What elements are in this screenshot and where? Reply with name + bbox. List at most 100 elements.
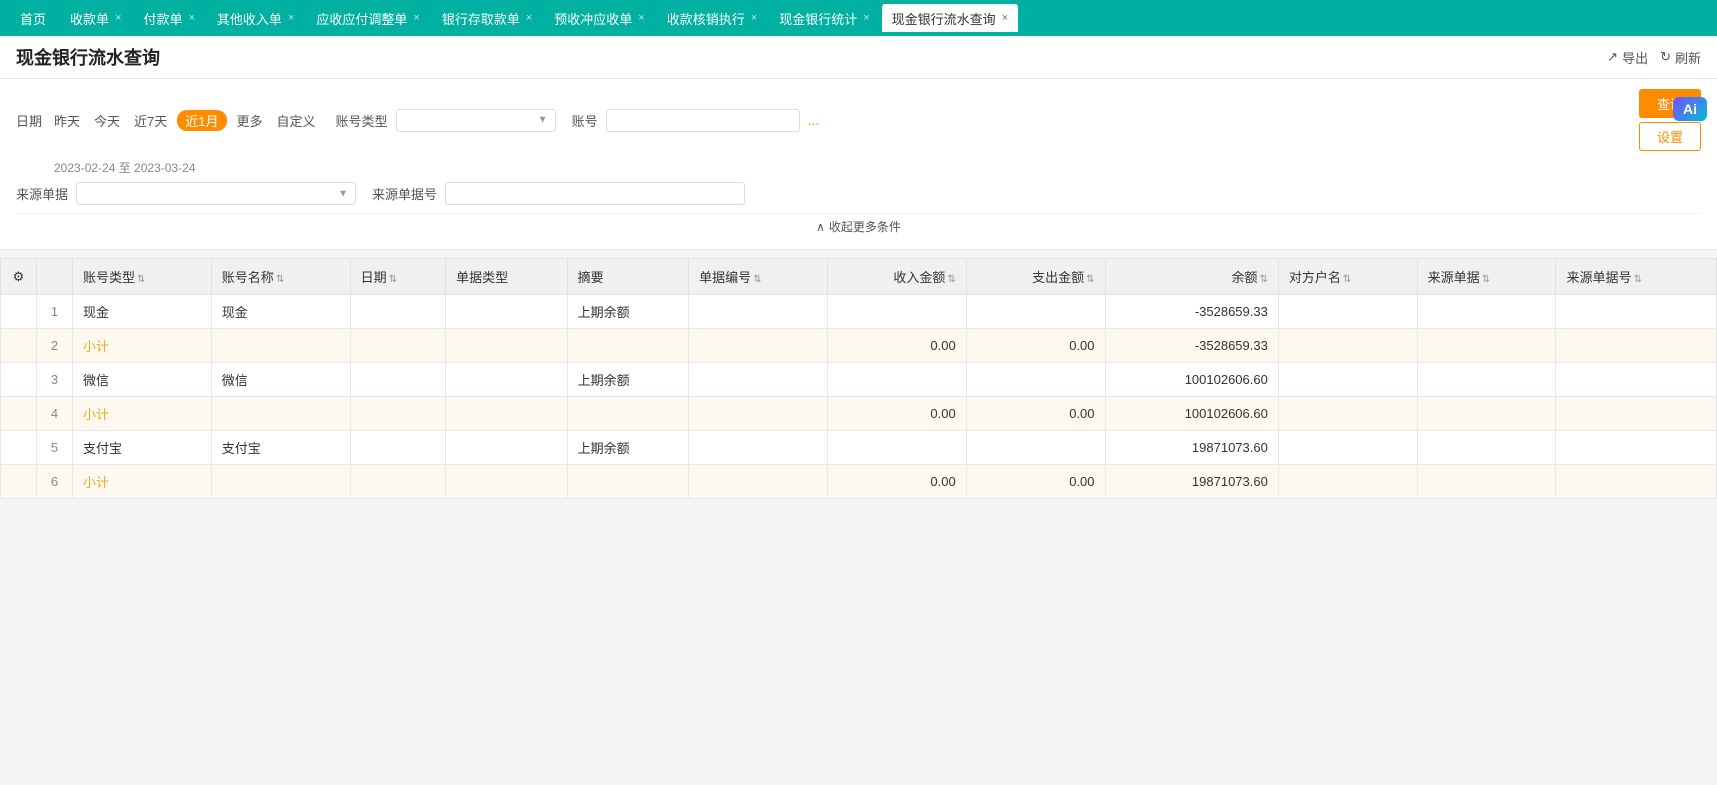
cell-account-name: [211, 397, 350, 431]
ai-badge[interactable]: Ai: [1673, 97, 1707, 121]
source-doc-select-wrapper: [76, 182, 356, 205]
tab-付款单[interactable]: 付款单 ×: [133, 4, 204, 32]
column-account-name[interactable]: 账号名称⇅: [211, 259, 350, 295]
cell-expense: [966, 363, 1105, 397]
cell-num: 3: [37, 363, 73, 397]
account-type-label: 账号类型: [336, 111, 388, 130]
account-label: 账号: [572, 111, 598, 130]
cell-source-doc-no: [1556, 329, 1717, 363]
tab-应收应付调整单[interactable]: 应收应付调整单 ×: [306, 4, 429, 32]
cell-doc-type: [446, 465, 568, 499]
table-row: 1现金现金上期余额-3528659.33: [1, 295, 1717, 329]
sort-icon-income: ⇅: [947, 274, 955, 285]
close-tab-预收冲应收单[interactable]: ×: [638, 12, 644, 24]
refresh-button[interactable]: ↻ 刷新: [1660, 48, 1701, 67]
table-body: 1现金现金上期余额-3528659.332小计0.000.00-3528659.…: [1, 295, 1717, 499]
source-doc-select[interactable]: [76, 182, 356, 205]
cell-num: 1: [37, 295, 73, 329]
cell-date: [350, 431, 446, 465]
cell-settings: [1, 329, 37, 363]
source-doc-filter-group: 来源单据: [16, 182, 356, 205]
column-account-type[interactable]: 账号类型⇅: [73, 259, 212, 295]
close-tab-收款核销执行[interactable]: ×: [751, 12, 757, 24]
tab-预收冲应收单[interactable]: 预收冲应收单 ×: [544, 4, 654, 32]
table-row: 5支付宝支付宝上期余额19871073.60: [1, 431, 1717, 465]
cell-source-doc-no: [1556, 363, 1717, 397]
close-tab-现金银行统计[interactable]: ×: [863, 12, 869, 24]
close-tab-收款单[interactable]: ×: [115, 12, 121, 24]
account-dots-button[interactable]: ...: [808, 112, 820, 128]
column-date[interactable]: 日期⇅: [350, 259, 446, 295]
cell-source-doc-no: [1556, 397, 1717, 431]
column-doc-no[interactable]: 单据编号⇅: [689, 259, 828, 295]
cell-doc-no: [689, 465, 828, 499]
account-type-select[interactable]: [396, 109, 556, 132]
cell-doc-no: [689, 363, 828, 397]
cell-date: [350, 465, 446, 499]
date-filter-group: 日期 昨天 今天 近7天 近1月 更多 自定义: [16, 110, 320, 131]
filter-bar: 日期 昨天 今天 近7天 近1月 更多 自定义 账号类型 账号 ...: [0, 79, 1717, 250]
gear-icon[interactable]: ⚙: [13, 269, 25, 284]
tab-现金银行流水查询[interactable]: 现金银行流水查询 ×: [882, 4, 1018, 32]
cell-income: [827, 431, 966, 465]
page-title: 现金银行流水查询: [16, 44, 160, 70]
date-opt-custom[interactable]: 自定义: [273, 110, 320, 131]
cell-counterparty: [1278, 329, 1417, 363]
column-source-doc-no[interactable]: 来源单据号⇅: [1556, 259, 1717, 295]
cell-doc-type: [446, 295, 568, 329]
close-tab-现金银行流水查询[interactable]: ×: [1002, 12, 1008, 24]
date-opt-1month[interactable]: 近1月: [177, 110, 226, 131]
column-source-doc[interactable]: 来源单据⇅: [1417, 259, 1556, 295]
table-row: 6小计0.000.0019871073.60: [1, 465, 1717, 499]
cell-counterparty: [1278, 363, 1417, 397]
cell-date: [350, 397, 446, 431]
export-button[interactable]: ↗ 导出: [1607, 48, 1648, 67]
tab-银行存取款单[interactable]: 银行存取款单 ×: [432, 4, 542, 32]
tab-现金银行统计[interactable]: 现金银行统计 ×: [769, 4, 879, 32]
column-num: [37, 259, 73, 295]
settings-button[interactable]: 设置: [1639, 122, 1701, 151]
tab-收款核销执行[interactable]: 收款核销执行 ×: [657, 4, 767, 32]
close-tab-其他收入单[interactable]: ×: [288, 12, 294, 24]
column-doc-type: 单据类型: [446, 259, 568, 295]
cell-doc-type: [446, 329, 568, 363]
column-settings[interactable]: ⚙: [1, 259, 37, 295]
collapse-bar[interactable]: ∧ 收起更多条件: [16, 213, 1701, 239]
table-row: 4小计0.000.00100102606.60: [1, 397, 1717, 431]
cell-account-type: 小计: [73, 397, 212, 431]
source-doc-num-input[interactable]: [445, 182, 745, 205]
cell-account-type: 小计: [73, 465, 212, 499]
cell-settings: [1, 431, 37, 465]
date-opt-7days[interactable]: 近7天: [130, 110, 171, 131]
cell-source-doc-no: [1556, 295, 1717, 329]
cell-expense: 0.00: [966, 329, 1105, 363]
date-opt-today[interactable]: 今天: [90, 110, 124, 131]
sort-icon-expense: ⇅: [1086, 274, 1094, 285]
cell-source-doc: [1417, 295, 1556, 329]
date-filter-label: 日期: [16, 111, 42, 130]
cell-expense: [966, 295, 1105, 329]
table-header: ⚙ 账号类型⇅ 账号名称⇅ 日期⇅ 单据类型 摘要 单据编号⇅ 收入金: [1, 259, 1717, 295]
column-income[interactable]: 收入金额⇅: [827, 259, 966, 295]
home-nav-item[interactable]: 首页: [8, 9, 58, 28]
sort-icon-date: ⇅: [389, 274, 397, 285]
date-opt-more[interactable]: 更多: [233, 110, 267, 131]
account-input[interactable]: [606, 109, 800, 132]
close-tab-银行存取款单[interactable]: ×: [526, 12, 532, 24]
column-expense[interactable]: 支出金额⇅: [966, 259, 1105, 295]
column-balance[interactable]: 余额⇅: [1105, 259, 1278, 295]
filter-row-2: 来源单据 来源单据号: [16, 182, 1701, 205]
account-type-select-wrapper: [396, 109, 556, 132]
tab-其他收入单[interactable]: 其他收入单 ×: [207, 4, 304, 32]
cell-summary: 上期余额: [567, 363, 689, 397]
close-tab-付款单[interactable]: ×: [188, 12, 194, 24]
cell-expense: 0.00: [966, 465, 1105, 499]
column-counterparty[interactable]: 对方户名⇅: [1278, 259, 1417, 295]
cell-summary: [567, 397, 689, 431]
close-tab-应收应付调整单[interactable]: ×: [413, 12, 419, 24]
cell-source-doc-no: [1556, 465, 1717, 499]
cell-balance: 100102606.60: [1105, 363, 1278, 397]
cell-num: 6: [37, 465, 73, 499]
date-opt-yesterday[interactable]: 昨天: [50, 110, 84, 131]
tab-收款单[interactable]: 收款单 ×: [60, 4, 131, 32]
